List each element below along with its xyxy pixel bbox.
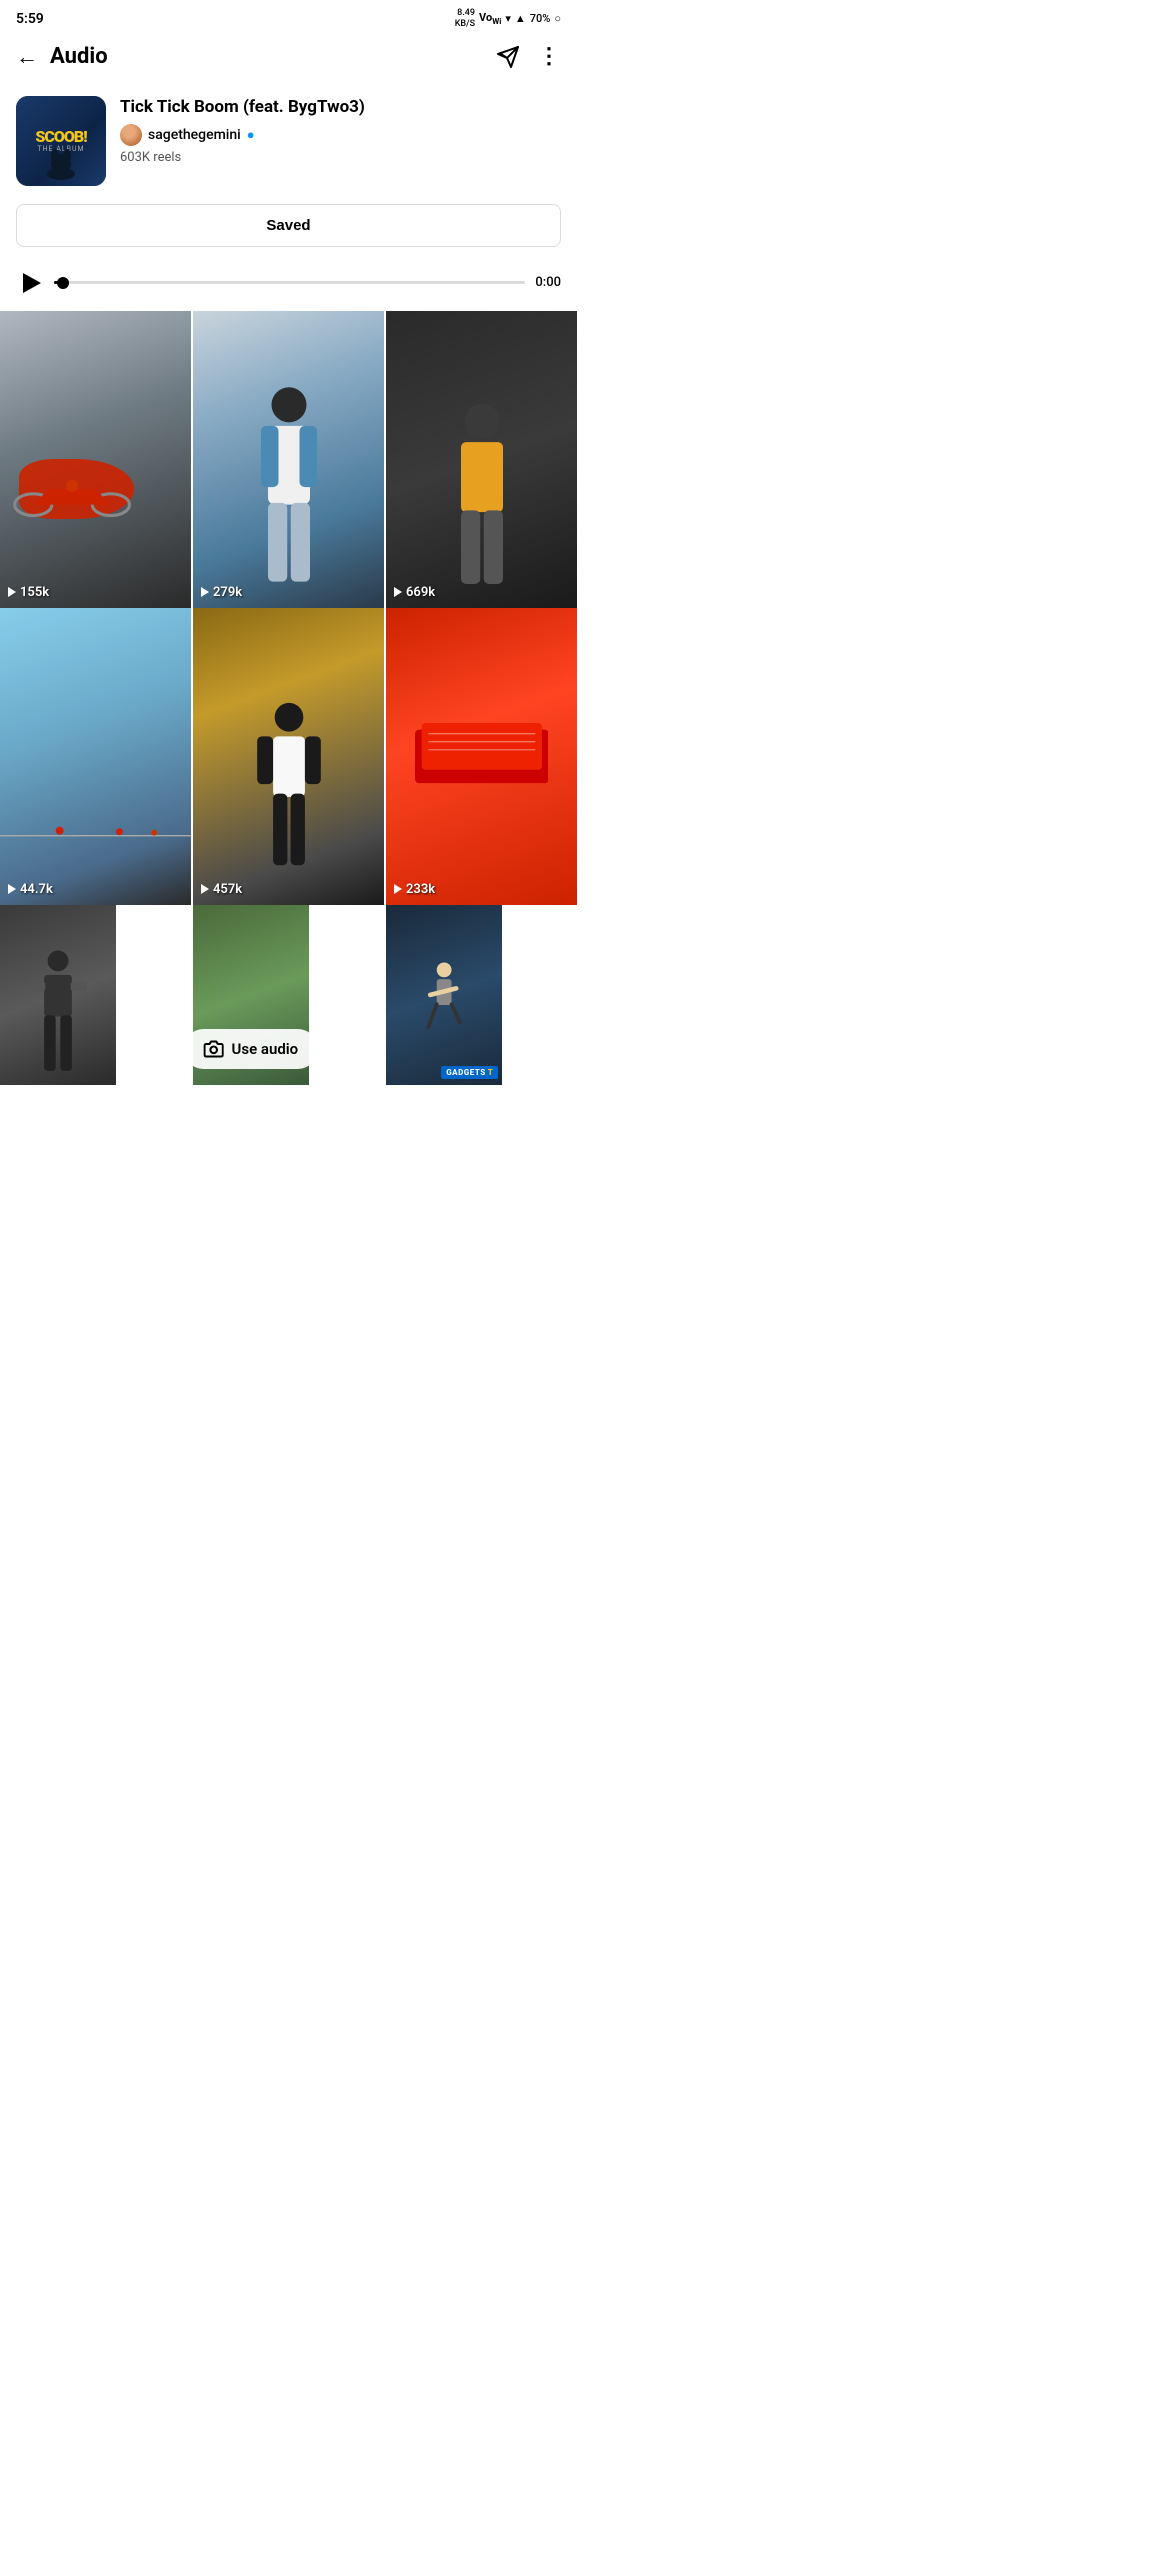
video-thumbnail-7 — [0, 905, 116, 1085]
video-cell-4[interactable]: 44.7k — [0, 608, 191, 905]
video-cell-6[interactable]: 233k — [386, 608, 577, 905]
play-count-icon-5 — [201, 884, 209, 894]
play-count-icon-2 — [201, 587, 209, 597]
video-cell-5[interactable]: 457k — [193, 608, 384, 905]
more-options-button[interactable]: ⋮ — [538, 44, 561, 69]
status-time: 5:59 — [16, 11, 44, 27]
watermark-text2: T — [488, 1068, 493, 1077]
video-play-count-6: 233k — [394, 882, 435, 897]
saved-button[interactable]: Saved — [16, 204, 561, 247]
video-thumbnail-9 — [386, 905, 502, 1085]
saved-button-container: Saved — [0, 198, 577, 261]
play-count-icon-1 — [8, 587, 16, 597]
video-cell-1[interactable]: 155k — [0, 311, 191, 608]
audio-player: 0:00 — [0, 261, 577, 311]
progress-dot — [57, 277, 69, 289]
audio-info-section: SCOOB! THE ALBUM Tick Tick Boom (feat. B… — [0, 80, 577, 198]
battery-icon: ○ — [554, 12, 561, 25]
watermark-text: GADGETS — [446, 1068, 485, 1077]
artist-avatar — [120, 124, 142, 146]
header-left: ← Audio — [16, 44, 108, 70]
video-thumbnail-3 — [386, 311, 577, 608]
audio-details: Tick Tick Boom (feat. BygTwo3) sagethege… — [120, 96, 561, 165]
use-audio-button[interactable]: Use audio — [193, 1029, 309, 1069]
battery-level: 70% — [530, 12, 551, 25]
album-art: SCOOB! THE ALBUM — [16, 96, 106, 186]
person-shape-2 — [236, 370, 341, 608]
time-display: 0:00 — [535, 275, 561, 290]
play-count-icon-4 — [8, 884, 16, 894]
video-cell-9[interactable]: GADGETS T — [386, 905, 502, 1085]
video-grid-row3-container: Use audio GADGETS T — [0, 905, 577, 1085]
verified-icon: ● — [247, 127, 255, 143]
progress-bar[interactable] — [54, 281, 525, 284]
video-thumbnail-4 — [0, 608, 191, 905]
artist-name[interactable]: sagethegemini — [148, 127, 241, 143]
vowifi-icon: VoWi — [479, 11, 501, 26]
video-play-count-2: 279k — [201, 585, 242, 600]
play-triangle-icon — [23, 273, 41, 293]
video-play-count-5: 457k — [201, 882, 242, 897]
person-weights — [23, 941, 92, 1085]
back-button[interactable]: ← — [16, 44, 38, 70]
video-play-count-4: 44.7k — [8, 882, 53, 897]
play-button[interactable] — [16, 269, 44, 297]
reels-count: 603K reels — [120, 150, 561, 165]
video-play-count-3: 669k — [394, 585, 435, 600]
video-grid-row2: 44.7k 457k — [0, 608, 577, 905]
signal-icon: ▲ — [515, 12, 526, 25]
play-count-icon-3 — [394, 587, 402, 597]
video-cell-7[interactable] — [0, 905, 116, 1085]
page-title: Audio — [50, 44, 108, 69]
video-play-count-1: 155k — [8, 585, 49, 600]
use-audio-label: Use audio — [232, 1040, 299, 1058]
video-thumbnail-5 — [193, 608, 384, 905]
video-thumbnail-6 — [386, 608, 577, 905]
status-bar: 5:59 8.49KB/S VoWi ▾ ▲ 70% ○ — [0, 0, 577, 34]
camera-icon — [204, 1039, 224, 1059]
header-icons: ⋮ — [496, 44, 561, 69]
send-icon[interactable] — [496, 45, 520, 69]
watermark-container: GADGETS T — [441, 1066, 498, 1079]
video-cell-3[interactable]: 669k — [386, 311, 577, 608]
watermark-badge: GADGETS T — [441, 1066, 498, 1079]
person-shape-5 — [241, 673, 337, 905]
video-grid-row3: Use audio GADGETS T — [0, 905, 577, 1085]
video-cell-8[interactable]: Use audio — [193, 905, 309, 1085]
video-grid-row1: 155k 279k — [0, 311, 577, 608]
audio-title: Tick Tick Boom (feat. BygTwo3) — [120, 96, 561, 118]
person-shape-3 — [429, 385, 534, 608]
network-speed: 8.49KB/S — [455, 8, 475, 30]
runner-shape — [421, 950, 467, 1049]
audio-page-header: ← Audio ⋮ — [0, 34, 577, 80]
video-thumbnail-2 — [193, 311, 384, 608]
scooby-silhouette — [41, 146, 81, 181]
motorcycle-shape — [10, 459, 134, 533]
album-title-text: SCOOB! — [35, 129, 86, 145]
play-count-icon-6 — [394, 884, 402, 894]
video-thumbnail-1 — [0, 311, 191, 608]
artist-row: sagethegemini ● — [120, 124, 561, 146]
status-right: 8.49KB/S VoWi ▾ ▲ 70% ○ — [455, 8, 561, 30]
video-cell-2[interactable]: 279k — [193, 311, 384, 608]
wifi-icon: ▾ — [505, 12, 511, 25]
book-shape — [415, 697, 549, 816]
road-shape — [0, 801, 191, 860]
